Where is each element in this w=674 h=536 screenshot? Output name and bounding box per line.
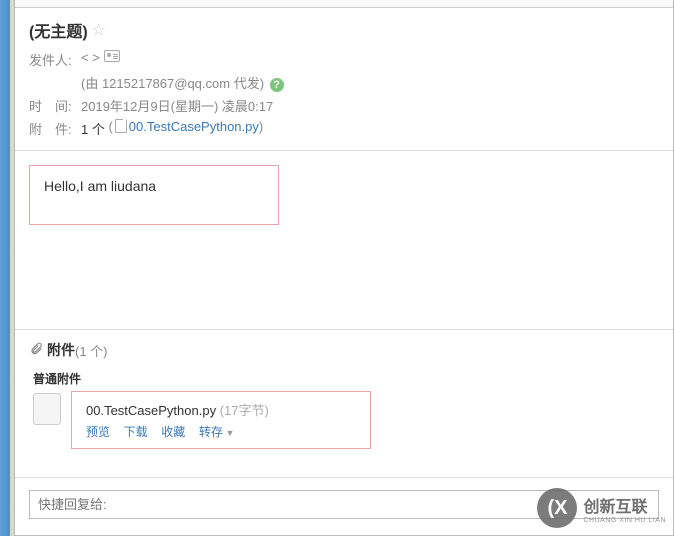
sender-label: 发件人: bbox=[29, 50, 81, 69]
attachment-filetype-icon bbox=[33, 393, 61, 425]
attachment-actions: 预览 下载 收藏 转存 ▼ bbox=[86, 423, 356, 440]
watermark-cn: 创新互联 bbox=[583, 493, 666, 517]
sent-by-email: 1215217867@qq.com bbox=[102, 76, 230, 91]
transfer-label: 转存 bbox=[199, 425, 223, 439]
contact-card-icon[interactable] bbox=[104, 50, 120, 62]
attachments-title-row: 附件 (1 个) bbox=[29, 340, 659, 360]
attachments-title: 附件 bbox=[47, 340, 75, 360]
sender-address: < > bbox=[81, 50, 100, 69]
subject-row: (无主题) ☆ bbox=[29, 18, 659, 42]
attachment-filename: 00.TestCasePython.py bbox=[86, 403, 216, 418]
sent-by-row: (由 1215217867@qq.com 代发) ? bbox=[29, 73, 659, 92]
toolbar-edge bbox=[15, 0, 673, 8]
watermark-text: 创新互联 CHUANG XIN HU LIAN bbox=[583, 493, 666, 524]
time-row: 时 间: 2019年12月9日(星期一) 凌晨0:17 bbox=[29, 96, 659, 115]
attachments-count: (1 个) bbox=[75, 341, 108, 360]
email-body: Hello,I am liudana bbox=[15, 151, 673, 239]
attachment-header-row: 附 件: 1 个 ( 00.TestCasePython.py ) bbox=[29, 119, 659, 138]
attachments-section: 附件 (1 个) 普通附件 00.TestCasePython.py (17字节… bbox=[15, 329, 673, 463]
preview-button[interactable]: 预览 bbox=[86, 425, 110, 439]
watermark-en: CHUANG XIN HU LIAN bbox=[583, 517, 666, 524]
sender-row: 发件人: < > bbox=[29, 50, 659, 69]
star-icon[interactable]: ☆ bbox=[92, 20, 106, 40]
attachment-filesize: (17字节) bbox=[220, 403, 269, 418]
transfer-button[interactable]: 转存 ▼ bbox=[199, 425, 234, 439]
sent-by-suffix: 代发) bbox=[230, 76, 264, 91]
paren-close: ) bbox=[259, 119, 263, 138]
download-button[interactable]: 下载 bbox=[124, 425, 148, 439]
email-header: (无主题) ☆ 发件人: < > (由 1215217867@qq.com 代发… bbox=[15, 8, 673, 151]
favorite-button[interactable]: 收藏 bbox=[161, 425, 185, 439]
watermark-logo-icon: (X bbox=[537, 488, 577, 528]
attachment-item: 00.TestCasePython.py (17字节) 预览 下载 收藏 转存 … bbox=[71, 391, 371, 449]
attachment-name-row: 00.TestCasePython.py (17字节) bbox=[86, 400, 356, 419]
paren-open: ( bbox=[105, 119, 113, 138]
attachment-count: 1 个 bbox=[81, 119, 105, 138]
email-subject: (无主题) bbox=[29, 18, 88, 42]
paperclip-icon bbox=[29, 342, 43, 359]
attachment-label: 附 件: bbox=[29, 119, 81, 138]
chevron-down-icon: ▼ bbox=[223, 428, 234, 438]
attachment-item-wrapper: 00.TestCasePython.py (17字节) 预览 下载 收藏 转存 … bbox=[29, 391, 659, 449]
attachment-link[interactable]: 00.TestCasePython.py bbox=[129, 119, 259, 138]
time-label: 时 间: bbox=[29, 96, 81, 115]
watermark: (X 创新互联 CHUANG XIN HU LIAN bbox=[537, 488, 666, 528]
help-icon[interactable]: ? bbox=[270, 78, 284, 92]
time-value: 2019年12月9日(星期一) 凌晨0:17 bbox=[81, 96, 273, 115]
message-content: Hello,I am liudana bbox=[29, 165, 279, 225]
sent-by-prefix: (由 bbox=[81, 76, 102, 91]
left-accent-bar bbox=[0, 0, 10, 536]
attachments-subtitle: 普通附件 bbox=[33, 370, 659, 387]
email-view-container: (无主题) ☆ 发件人: < > (由 1215217867@qq.com 代发… bbox=[14, 0, 674, 536]
file-icon bbox=[115, 119, 127, 133]
